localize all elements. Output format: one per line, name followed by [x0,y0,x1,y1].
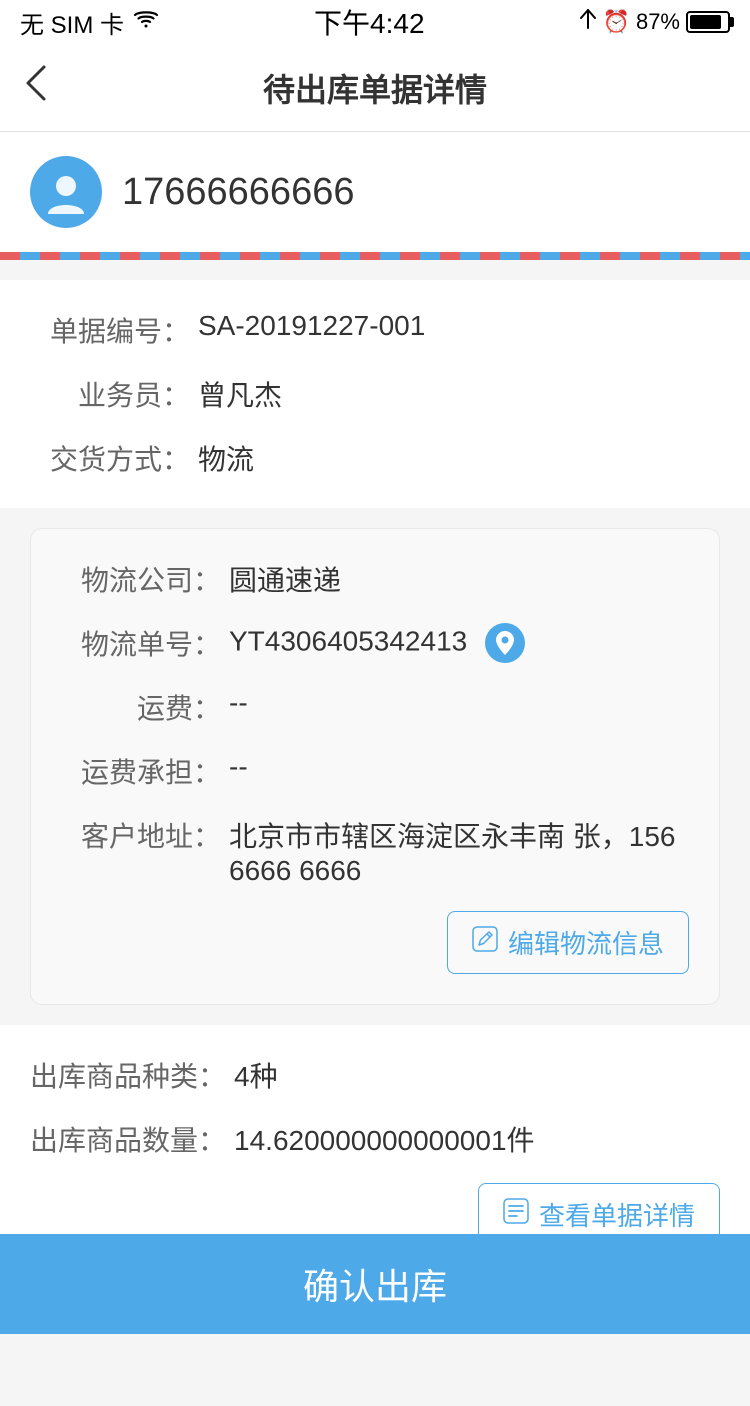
address-value: 北京市市辖区海淀区永丰南 张，156 6666 6666 [221,815,689,887]
goods-quantity-value: 14.620000000000001件 [226,1119,720,1159]
logistics-section: 物流公司： 圆通速递 物流单号： YT4306405342413 运费： -- … [30,528,720,1005]
page-content: 17666666666 单据编号： SA-20191227-001 业务员： 曾… [0,132,750,1406]
detail-icon [503,1198,529,1231]
carrier-text: 无 SIM 卡 [20,5,124,40]
freight-bearer-label: 运费承担： [61,751,221,791]
battery-percent: 87% [636,9,680,35]
logistics-company-label: 物流公司： [61,559,221,599]
status-bar: 无 SIM 卡 下午4:42 ⏰ 87% [0,0,750,44]
freight-label: 运费： [61,687,221,727]
freight-bearer-value: -- [221,751,689,783]
logistics-company-value: 圆通速递 [221,559,689,599]
track-location-icon[interactable] [485,623,525,663]
edit-icon [472,926,498,959]
wifi-icon [132,8,160,37]
user-phone: 17666666666 [122,171,354,214]
tracking-no-row: 物流单号： YT4306405342413 [61,623,689,663]
delivery-method-row: 交货方式： 物流 [30,438,720,478]
edit-logistics-label: 编辑物流信息 [508,924,664,961]
tracking-no-label: 物流单号： [61,623,221,663]
address-row: 客户地址： 北京市市辖区海淀区永丰南 张，156 6666 6666 [61,815,689,887]
back-button[interactable] [24,63,48,112]
status-right: ⏰ 87% [579,8,730,36]
goods-type-row: 出库商品种类： 4种 [30,1055,720,1095]
battery-icon [686,11,730,33]
view-detail-label: 查看单据详情 [539,1196,695,1233]
goods-type-label: 出库商品种类： [30,1055,226,1095]
nav-bar: 待出库单据详情 [0,44,750,132]
edit-logistics-button[interactable]: 编辑物流信息 [447,911,689,974]
order-no-row: 单据编号： SA-20191227-001 [30,310,720,350]
user-header: 17666666666 [0,132,750,252]
goods-type-value: 4种 [226,1055,720,1095]
status-left: 无 SIM 卡 [20,5,160,40]
confirm-button[interactable]: 确认出库 [0,1234,750,1334]
tracking-no-value: YT4306405342413 [221,623,689,663]
address-label: 客户地址： [61,815,221,855]
salesperson-value: 曾凡杰 [190,374,720,414]
basic-info-section: 单据编号： SA-20191227-001 业务员： 曾凡杰 交货方式： 物流 [0,280,750,508]
freight-bearer-row: 运费承担： -- [61,751,689,791]
page-title: 待出库单据详情 [263,65,487,111]
avatar [30,156,102,228]
delivery-method-label: 交货方式： [30,438,190,478]
delivery-method-value: 物流 [190,438,720,478]
freight-value: -- [221,687,689,719]
dashed-divider [0,252,750,260]
status-time: 下午4:42 [314,2,425,42]
goods-quantity-row: 出库商品数量： 14.620000000000001件 [30,1119,720,1159]
freight-row: 运费： -- [61,687,689,727]
edit-logistics-btn-container: 编辑物流信息 [61,911,689,974]
alarm-icon: ⏰ [603,9,630,35]
salesperson-row: 业务员： 曾凡杰 [30,374,720,414]
salesperson-label: 业务员： [30,374,190,414]
confirm-button-label: 确认出库 [303,1258,447,1310]
goods-quantity-label: 出库商品数量： [30,1119,226,1159]
order-no-label: 单据编号： [30,310,190,350]
order-no-value: SA-20191227-001 [190,310,720,342]
location-icon [579,8,597,36]
logistics-company-row: 物流公司： 圆通速递 [61,559,689,599]
